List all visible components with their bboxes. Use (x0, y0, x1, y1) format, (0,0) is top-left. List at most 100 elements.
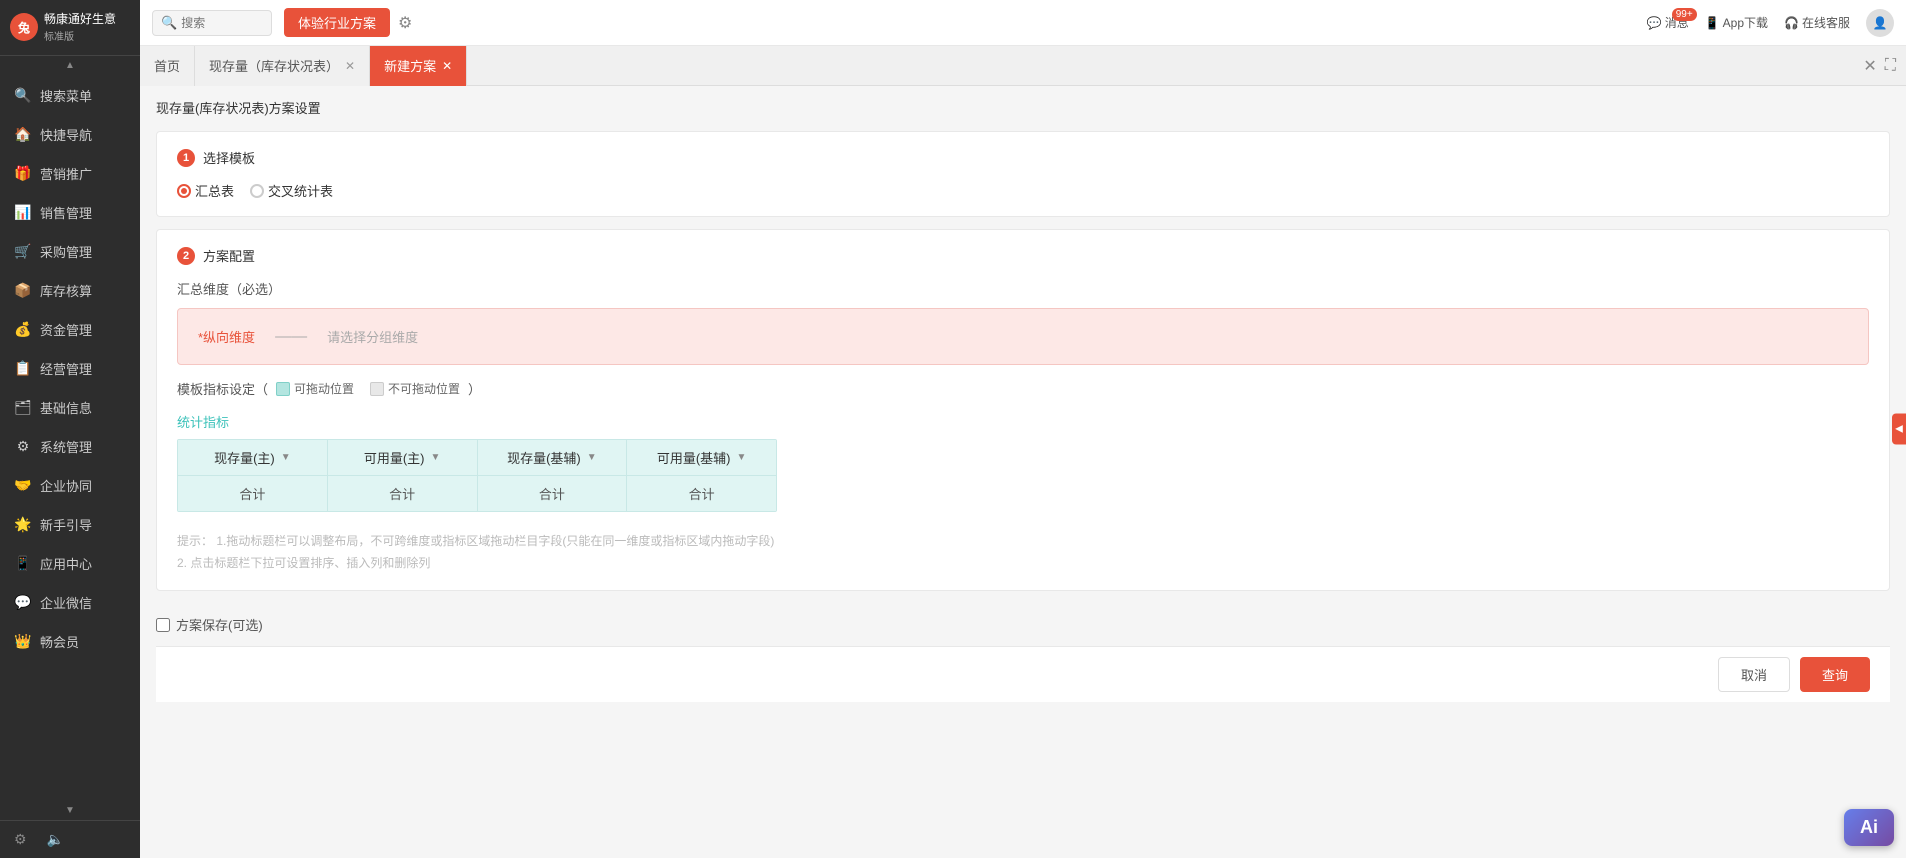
chevron-0[interactable]: ▼ (281, 452, 291, 463)
radio-dot-cross (250, 184, 264, 198)
sidebar-footer: ⚙ 🔈 (0, 820, 140, 858)
tab-close-new-scheme[interactable]: ✕ (442, 59, 452, 73)
sidebar-scroll-up[interactable]: ▲ (0, 56, 140, 76)
app-label: App下载 (1723, 14, 1768, 31)
content-area: 现存量(库存状况表)方案设置 1 选择模板 汇总表 交叉统计表 2 (140, 86, 1906, 858)
dimension-area[interactable]: *纵向维度 —— 请选择分组维度 (177, 308, 1869, 365)
message-badge: 99+ (1672, 8, 1697, 21)
gear-icon[interactable]: ⚙ (398, 13, 412, 33)
tabbar: 首页 现存量（库存状况表） ✕ 新建方案 ✕ ✕ ⛶ (140, 46, 1906, 86)
sidebar-item-operations[interactable]: 📋 经营管理 (0, 349, 140, 388)
tab-inventory-status[interactable]: 现存量（库存状况表） ✕ (195, 46, 370, 86)
service-label: 在线客服 (1802, 14, 1850, 31)
stats-col-label-0: 现存量(主) (214, 448, 275, 467)
stats-col-label-3: 可用量(基辅) (657, 448, 731, 467)
stats-col-value-1: 合计 (328, 476, 477, 511)
operations-icon: 📋 (14, 359, 32, 377)
logo-text-block: 畅康通好生意 标准版 (44, 12, 116, 43)
radio-summary-label: 汇总表 (195, 181, 234, 200)
stats-col-2: 现存量(基辅) ▼ 合计 (478, 440, 628, 511)
message-icon: 💬 (1647, 16, 1662, 30)
sidebar-item-marketing[interactable]: 🎁 营销推广 (0, 154, 140, 193)
stats-col-header-1[interactable]: 可用量(主) ▼ (328, 440, 477, 476)
expand-icon[interactable]: ⛶ (1885, 57, 1896, 75)
sidebar-item-system[interactable]: ⚙ 系统管理 (0, 427, 140, 466)
dim-arrow: —— (275, 328, 307, 346)
legend-non-draggable-label: 不可拖动位置 (388, 380, 460, 397)
chevron-1[interactable]: ▼ (431, 452, 441, 463)
service-btn[interactable]: 🎧 在线客服 (1784, 14, 1850, 31)
tip-2: 2. 点击标题栏下拉可设置排序、插入列和删除列 (177, 553, 1869, 575)
tabbar-expand[interactable]: ✕ ⛶ (1853, 56, 1906, 76)
stats-col-header-0[interactable]: 现存量(主) ▼ (178, 440, 327, 476)
ai-badge[interactable]: Ai (1844, 809, 1894, 846)
sidebar-scroll-down[interactable]: ▼ (0, 800, 140, 820)
sidebar-item-cooperation[interactable]: 🤝 企业协同 (0, 466, 140, 505)
sidebar-item-label: 资金管理 (40, 320, 92, 339)
home-icon: 🏠 (14, 125, 32, 143)
query-button[interactable]: 查询 (1800, 657, 1870, 692)
sidebar-item-label: 系统管理 (40, 437, 92, 456)
stats-col-3: 可用量(基辅) ▼ 合计 (627, 440, 776, 511)
sidebar-item-member[interactable]: 👑 畅会员 (0, 622, 140, 661)
guide-icon: 🌟 (14, 515, 32, 533)
user-avatar[interactable]: 👤 (1866, 9, 1894, 37)
sidebar-item-quick-nav[interactable]: 🏠 快捷导航 (0, 115, 140, 154)
tab-new-scheme[interactable]: 新建方案 ✕ (370, 46, 467, 86)
sidebar-item-purchase[interactable]: 🛒 采购管理 (0, 232, 140, 271)
logo-icon: 兔 (10, 13, 38, 41)
sidebar-item-wechat[interactable]: 💬 企业微信 (0, 583, 140, 622)
sound-icon[interactable]: 🔈 (47, 831, 64, 848)
section2-num: 2 (177, 247, 195, 265)
sidebar-item-label: 企业微信 (40, 593, 92, 612)
tab-close-inventory[interactable]: ✕ (345, 59, 355, 73)
radio-cross[interactable]: 交叉统计表 (250, 181, 333, 200)
footer-actions: 取消 查询 (156, 646, 1890, 702)
sidebar-item-basic-info[interactable]: 🗂 基础信息 (0, 388, 140, 427)
sidebar-item-inventory[interactable]: 📦 库存核算 (0, 271, 140, 310)
legend-draggable-label: 可拖动位置 (294, 380, 354, 397)
dim-vertical-label: *纵向维度 (198, 327, 255, 346)
save-checkbox[interactable] (156, 618, 170, 632)
chevron-3[interactable]: ▼ (737, 452, 747, 463)
section1-num: 1 (177, 149, 195, 167)
stats-col-label-1: 可用量(主) (364, 448, 425, 467)
chevron-2[interactable]: ▼ (587, 452, 597, 463)
search-input[interactable] (181, 16, 261, 30)
basic-info-icon: 🗂 (14, 398, 32, 416)
sidebar-item-sales[interactable]: 📊 销售管理 (0, 193, 140, 232)
sidebar-item-guide[interactable]: 🌟 新手引导 (0, 505, 140, 544)
stats-col-header-3[interactable]: 可用量(基辅) ▼ (627, 440, 776, 476)
settings-icon[interactable]: ⚙ (14, 831, 27, 848)
stats-col-value-0: 合计 (178, 476, 327, 511)
radio-dot-summary (177, 184, 191, 198)
sidebar-item-label: 快捷导航 (40, 125, 92, 144)
sidebar-nav: 🔍 搜索菜单 🏠 快捷导航 🎁 营销推广 📊 销售管理 🛒 采购管理 📦 库存核… (0, 76, 140, 800)
close-icon[interactable]: ✕ (1863, 56, 1876, 76)
app-download-btn[interactable]: 📱 App下载 (1705, 14, 1768, 31)
legend-draggable: 可拖动位置 (276, 380, 354, 397)
stats-col-value-2: 合计 (478, 476, 627, 511)
sidebar-item-app-center[interactable]: 📱 应用中心 (0, 544, 140, 583)
sidebar-item-label: 畅会员 (40, 632, 79, 651)
search-box[interactable]: 🔍 (152, 10, 272, 36)
stats-col-header-2[interactable]: 现存量(基辅) ▼ (478, 440, 627, 476)
message-btn[interactable]: 💬 消息 99+ (1647, 14, 1689, 31)
section2-card: 2 方案配置 汇总维度（必选） *纵向维度 —— 请选择分组维度 模板指标设定（… (156, 229, 1890, 591)
radio-summary[interactable]: 汇总表 (177, 181, 234, 200)
finance-icon: 💰 (14, 320, 32, 338)
tab-home[interactable]: 首页 (140, 46, 195, 86)
sidebar-item-label: 营销推广 (40, 164, 92, 183)
sidebar-item-finance[interactable]: 💰 资金管理 (0, 310, 140, 349)
sidebar-item-label: 销售管理 (40, 203, 92, 222)
tab-home-label: 首页 (154, 56, 180, 75)
sidebar-item-label: 采购管理 (40, 242, 92, 261)
indicators-label: 模板指标设定（ 可拖动位置 不可拖动位置 ） (177, 379, 1869, 398)
section1-header: 1 选择模板 (177, 148, 1869, 167)
sidebar-item-search-menu[interactable]: 🔍 搜索菜单 (0, 76, 140, 115)
search-menu-icon: 🔍 (14, 86, 32, 104)
industry-btn[interactable]: 体验行业方案 (284, 8, 390, 37)
right-collapse[interactable]: ◀ (1892, 414, 1906, 445)
cancel-button[interactable]: 取消 (1718, 657, 1790, 692)
legend-draggable-box (276, 382, 290, 396)
